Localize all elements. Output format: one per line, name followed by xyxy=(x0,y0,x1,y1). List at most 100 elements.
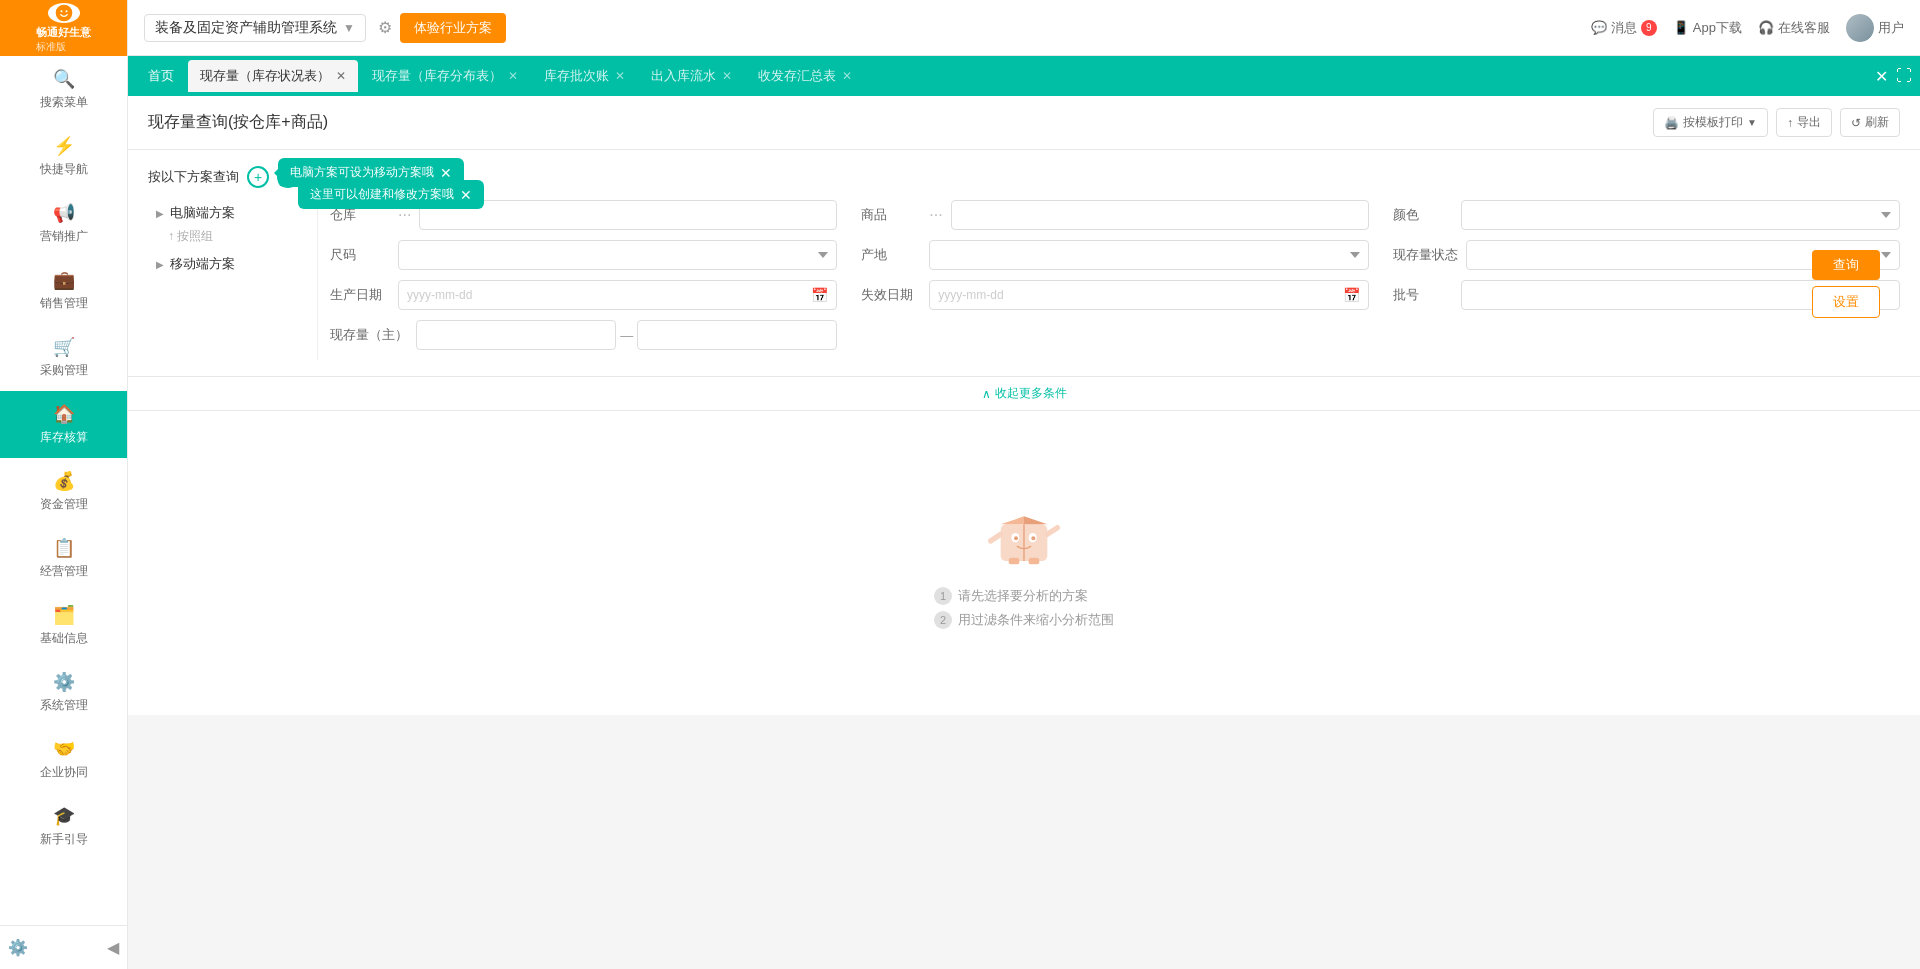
sidebar-item-purchase[interactable]: 🛒 采购管理 xyxy=(0,324,127,391)
maximize-icon[interactable]: ⛶ xyxy=(1896,67,1912,85)
stock-range-min[interactable] xyxy=(416,320,616,350)
settings-bottom-icon[interactable]: ⚙️ xyxy=(8,938,28,957)
search-buttons: 查询 设置 xyxy=(1812,250,1880,318)
hint-num-2: 2 xyxy=(934,611,952,629)
tab-stock-dist[interactable]: 现存量（库存分布表） ✕ xyxy=(360,60,530,92)
sidebar-item-inventory[interactable]: 🏠 库存核算 xyxy=(0,391,127,458)
sidebar-item-operations[interactable]: 📋 经营管理 xyxy=(0,525,127,592)
sidebar-item-search[interactable]: 🔍 搜索菜单 xyxy=(0,56,127,123)
produce-date-input[interactable]: yyyy-mm-dd 📅 xyxy=(398,280,837,310)
sidebar-item-finance[interactable]: 💰 资金管理 xyxy=(0,458,127,525)
search-btn[interactable]: 查询 xyxy=(1812,250,1880,280)
close-all-tabs-icon[interactable]: ✕ xyxy=(1875,67,1888,86)
sales-icon: 💼 xyxy=(53,269,75,291)
sidebar-item-label: 营销推广 xyxy=(40,228,88,245)
tab-stock-status-label: 现存量（库存状况表） xyxy=(200,67,330,85)
finance-icon: 💰 xyxy=(53,470,75,492)
sidebar-item-marketing[interactable]: 📢 营销推广 xyxy=(0,190,127,257)
tab-home[interactable]: 首页 xyxy=(136,60,186,92)
tab-stock-dist-close[interactable]: ✕ xyxy=(508,69,518,83)
expire-date-placeholder: yyyy-mm-dd xyxy=(938,288,1003,302)
sidebar-item-label: 快捷导航 xyxy=(40,161,88,178)
tab-stock-status[interactable]: 现存量（库存状况表） ✕ xyxy=(188,60,358,92)
system-selector[interactable]: 装备及固定资产辅助管理系统 ▼ xyxy=(144,14,366,42)
filter-row-2: 尺码 产地 现存量状态 xyxy=(330,240,1900,270)
print-icon: 🖨️ xyxy=(1664,116,1679,130)
message-label: 消息 xyxy=(1611,19,1637,37)
filter-add-btn[interactable]: + xyxy=(247,166,269,188)
scheme-item-mobile[interactable]: ▶ 移动端方案 xyxy=(148,251,305,277)
system-icon: ⚙️ xyxy=(53,671,75,693)
empty-hints: 1 请先选择要分析的方案 2 用过滤条件来缩小分析范围 xyxy=(934,587,1114,635)
filter-fields-section: 仓库 ··· 商品 ··· 颜色 xyxy=(330,200,1900,360)
avatar xyxy=(1846,14,1874,42)
topbar-title-area: 装备及固定资产辅助管理系统 ▼ ⚙ 体验行业方案 xyxy=(144,13,1579,43)
tab-stock-status-close[interactable]: ✕ xyxy=(336,69,346,83)
tab-stock-summary-label: 收发存汇总表 xyxy=(758,67,836,85)
goods-input[interactable] xyxy=(951,200,1369,230)
sidebar-item-guide[interactable]: 🎓 新手引导 xyxy=(0,793,127,860)
tabbar: 首页 现存量（库存状况表） ✕ 现存量（库存分布表） ✕ 库存批次账 ✕ 出入库… xyxy=(128,56,1920,96)
page-title: 现存量查询(按仓库+商品) xyxy=(148,112,328,133)
message-btn[interactable]: 💬 消息 9 xyxy=(1591,19,1657,37)
experience-btn[interactable]: 体验行业方案 xyxy=(400,13,506,43)
user-area[interactable]: 用户 xyxy=(1846,14,1904,42)
main-content: 现存量查询(按仓库+商品) 🖨️ 按模板打印 ▼ ↑ 导出 ↺ 刷新 xyxy=(128,96,1920,969)
sidebar: 畅通好生意 标准版 🔍 搜索菜单 ⚡ 快捷导航 📢 营销推广 💼 销售管理 🛒 … xyxy=(0,0,128,969)
sidebar-item-label: 销售管理 xyxy=(40,295,88,312)
collapse-bar[interactable]: ∧ 收起更多条件 xyxy=(128,377,1920,411)
size-select[interactable] xyxy=(398,240,837,270)
tooltip-create-close[interactable]: ✕ xyxy=(460,187,472,203)
reset-btn[interactable]: 设置 xyxy=(1812,286,1880,318)
avatar-image xyxy=(1846,14,1874,42)
goods-label: 商品 xyxy=(861,206,921,224)
color-label: 颜色 xyxy=(1393,206,1453,224)
expire-date-input[interactable]: yyyy-mm-dd 📅 xyxy=(929,280,1368,310)
filter-area: 按以下方案查询 + ✎ ◀◀ 电脑方案可设为移动方案哦 ✕ 这里可以创建和修改方… xyxy=(128,150,1920,377)
empty-illustration xyxy=(984,491,1064,571)
tooltip-desktop-close[interactable]: ✕ xyxy=(440,165,452,181)
template-print-btn[interactable]: 🖨️ 按模板打印 ▼ xyxy=(1653,108,1768,137)
collapse-sidebar-icon[interactable]: ◀ xyxy=(107,938,119,957)
online-service-btn[interactable]: 🎧 在线客服 xyxy=(1758,19,1830,37)
hint-num-1: 1 xyxy=(934,587,952,605)
filter-row-3: 生产日期 yyyy-mm-dd 📅 失效日期 yyyy-mm-dd 📅 xyxy=(330,280,1900,310)
page-header: 现存量查询(按仓库+商品) 🖨️ 按模板打印 ▼ ↑ 导出 ↺ 刷新 xyxy=(128,96,1920,150)
page-actions: 🖨️ 按模板打印 ▼ ↑ 导出 ↺ 刷新 xyxy=(1653,108,1900,137)
tab-stock-summary[interactable]: 收发存汇总表 ✕ xyxy=(746,60,864,92)
tab-stock-inout-close[interactable]: ✕ xyxy=(722,69,732,83)
app-download-btn[interactable]: 📱 App下载 xyxy=(1673,19,1742,37)
sidebar-item-sales[interactable]: 💼 销售管理 xyxy=(0,257,127,324)
svg-rect-10 xyxy=(1029,558,1040,565)
filter-size: 尺码 xyxy=(330,240,837,270)
marketing-icon: 📢 xyxy=(53,202,75,224)
sidebar-item-basic[interactable]: 🗂️ 基础信息 xyxy=(0,592,127,659)
origin-select[interactable] xyxy=(929,240,1368,270)
refresh-btn[interactable]: ↺ 刷新 xyxy=(1840,108,1900,137)
sidebar-item-system[interactable]: ⚙️ 系统管理 xyxy=(0,659,127,726)
tab-stock-batch[interactable]: 库存批次账 ✕ xyxy=(532,60,637,92)
stock-range-max[interactable] xyxy=(637,320,837,350)
sidebar-item-label: 系统管理 xyxy=(40,697,88,714)
tab-stock-summary-close[interactable]: ✕ xyxy=(842,69,852,83)
sidebar-item-label: 基础信息 xyxy=(40,630,88,647)
export-btn[interactable]: ↑ 导出 xyxy=(1776,108,1832,137)
color-select[interactable] xyxy=(1461,200,1900,230)
tab-stock-inout[interactable]: 出入库流水 ✕ xyxy=(639,60,744,92)
filter-goods: 商品 ··· xyxy=(861,200,1368,230)
goods-dots[interactable]: ··· xyxy=(929,206,942,224)
sidebar-bottom: ⚙️ ◀ xyxy=(0,925,127,969)
sidebar-item-label: 资金管理 xyxy=(40,496,88,513)
tab-stock-batch-close[interactable]: ✕ xyxy=(615,69,625,83)
scheme-expand-icon: ▶ xyxy=(156,208,164,219)
filter-main-section: ▶ 电脑端方案 ↑ 按照组 ▶ 移动端方案 xyxy=(148,200,1900,360)
sidebar-item-enterprise[interactable]: 🤝 企业协同 xyxy=(0,726,127,793)
hint-text-1: 请先选择要分析的方案 xyxy=(958,587,1088,605)
scheme-item-desktop[interactable]: ▶ 电脑端方案 xyxy=(148,200,305,226)
sidebar-item-quicknav[interactable]: ⚡ 快捷导航 xyxy=(0,123,127,190)
filter-produce-date: 生产日期 yyyy-mm-dd 📅 xyxy=(330,280,837,310)
topbar-settings-icon[interactable]: ⚙ xyxy=(378,18,392,37)
tabbar-right: ✕ ⛶ xyxy=(1875,67,1912,86)
topbar-right: 💬 消息 9 📱 App下载 🎧 在线客服 用户 xyxy=(1591,14,1904,42)
sidebar-item-label: 企业协同 xyxy=(40,764,88,781)
